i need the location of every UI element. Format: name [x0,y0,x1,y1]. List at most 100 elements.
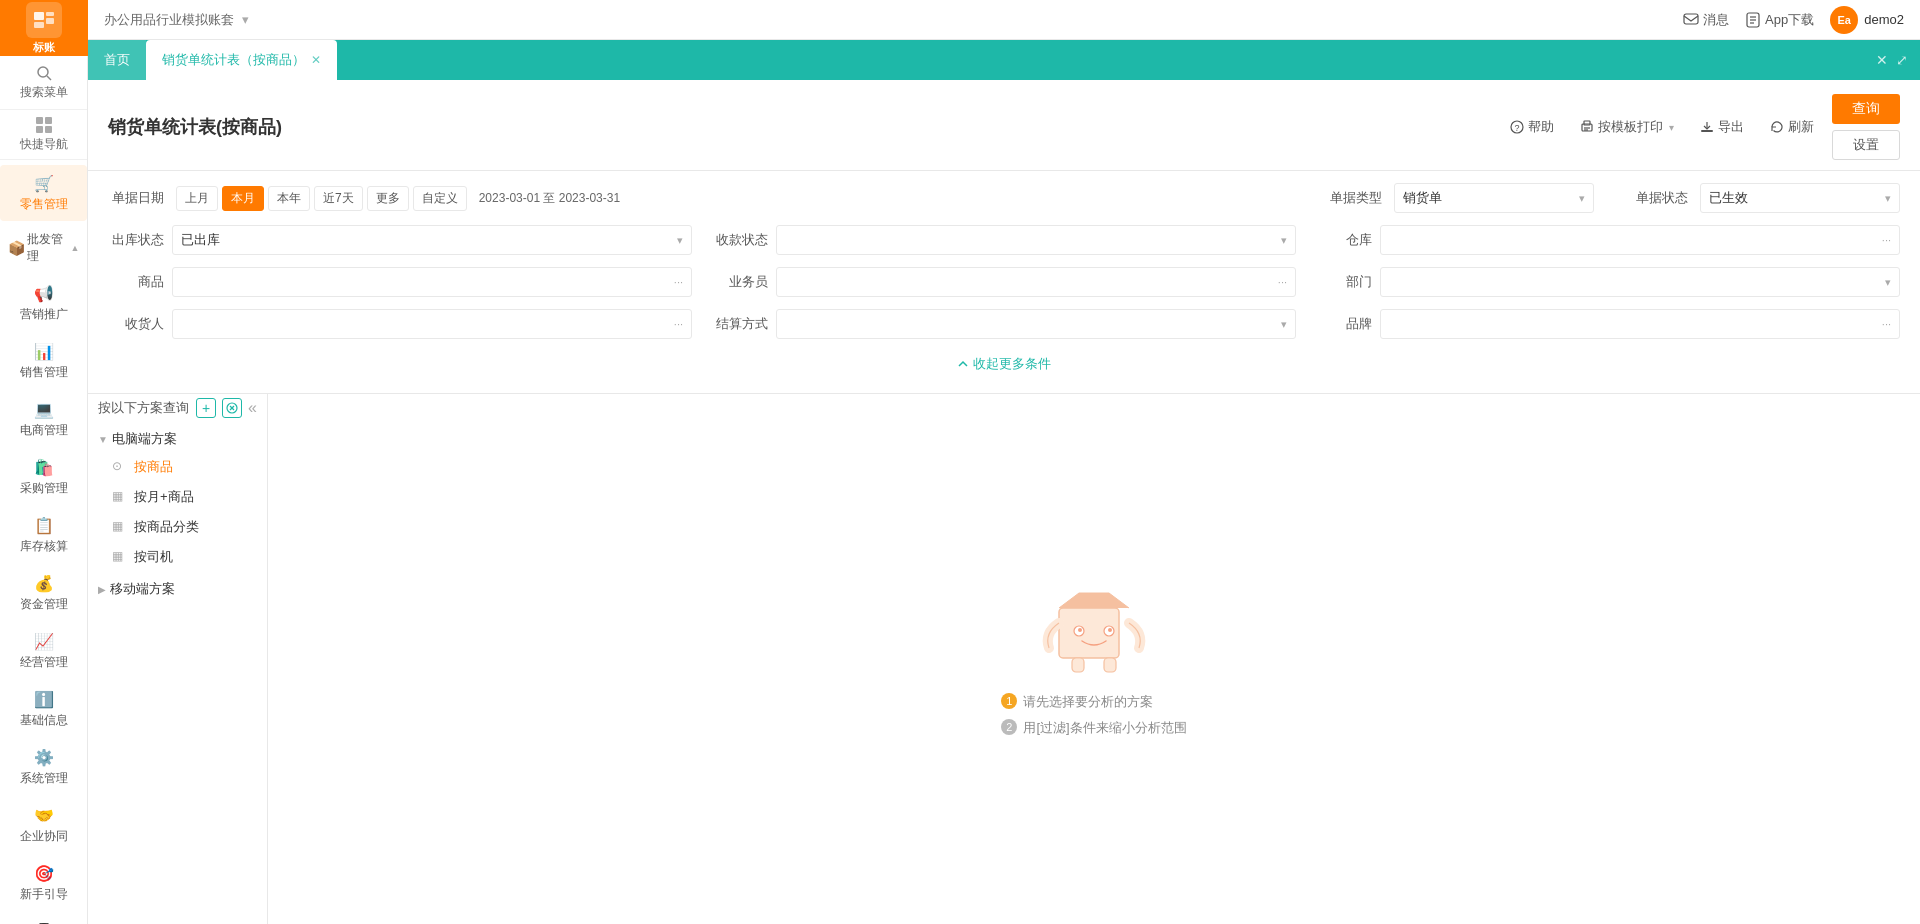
svg-point-29 [1078,628,1082,632]
out-status-label: 出库状态 [108,231,164,249]
dept-select[interactable] [1380,267,1900,297]
search-nav-item[interactable]: 搜索菜单 [0,56,87,110]
sidebar-item-finance[interactable]: 💰 资金管理 [0,565,87,621]
out-status-select[interactable]: 已出库 [172,225,692,255]
filter-row-4: 收货人 ··· 结算方式 品牌 ··· [108,309,1900,339]
operations-icon: 📈 [34,631,54,651]
export-btn[interactable]: 导出 [1692,114,1752,140]
logo[interactable]: 标账 [0,0,88,56]
goods-input[interactable]: ··· [172,267,692,297]
receive-status-select[interactable] [776,225,1296,255]
date-btn-this-year[interactable]: 本年 [268,186,310,211]
tab-home[interactable]: 首页 [88,40,146,80]
tab-close-btn[interactable]: ✕ [311,53,321,67]
scheme-item-by-month-goods[interactable]: ▦ 按月+商品 [88,482,267,512]
avatar: Ea [1830,6,1858,34]
date-btn-this-month[interactable]: 本月 [222,186,264,211]
sidebar-item-inventory[interactable]: 📋 库存核算 [0,507,87,563]
scheme-item-by-goods-cat-label: 按商品分类 [134,518,199,536]
scheme-item-table-icon-1: ▦ [112,489,128,505]
sidebar-item-retail[interactable]: 🛒 零售管理 [0,165,87,221]
sidebar-menu: 🛒 零售管理 📦 批发管理 ▲ 📢 营销推广 📊 销售管理 💻 电商管理 🛍️ … [0,160,87,924]
brand-label: 品牌 [1316,315,1372,333]
bill-status-select[interactable]: 已生效 [1700,183,1900,213]
window-expand-btn[interactable]: ⤢ [1896,52,1908,68]
sidebar-item-basic[interactable]: ℹ️ 基础信息 [0,681,87,737]
finance-icon: 💰 [34,573,54,593]
date-btn-custom[interactable]: 自定义 [413,186,467,211]
message-label: 消息 [1703,11,1729,29]
pc-group-chevron: ▼ [98,434,108,445]
scheme-item-table-icon-2: ▦ [112,519,128,535]
date-range-display: 2023-03-01 至 2023-03-31 [479,190,620,207]
svg-rect-7 [45,117,52,124]
message-btn[interactable]: 消息 [1683,11,1729,29]
svg-rect-2 [46,18,54,24]
sidebar-item-wholesale[interactable]: 📦 批发管理 ▲ [4,223,84,273]
scheme-edit-btn[interactable] [222,398,242,418]
sidebar-item-marketing-label: 营销推广 [20,306,68,323]
filter-row-3: 商品 ··· 业务员 ··· 部门 [108,267,1900,297]
svg-point-4 [38,67,48,77]
sidebar-item-ecommerce[interactable]: 💻 电商管理 [0,391,87,447]
sidebar-item-finance-label: 资金管理 [20,596,68,613]
receiver-input[interactable]: ··· [172,309,692,339]
avatar-initials: Ea [1838,14,1851,26]
query-button[interactable]: 查询 [1832,94,1900,124]
scheme-sidebar: 按以下方案查询 + « ▼ 电脑端方案 [88,394,268,924]
sidebar-item-inventory-label: 库存核算 [20,538,68,555]
quick-nav-item[interactable]: 快捷导航 [0,110,87,160]
sidebar-item-guide[interactable]: 🎯 新手引导 [0,855,87,911]
sidebar-item-operations-label: 经营管理 [20,654,68,671]
help-btn[interactable]: ? 帮助 [1502,114,1562,140]
scheme-group-pc-header[interactable]: ▼ 电脑端方案 [88,426,267,452]
window-btns: ✕ ⤢ [1864,52,1920,68]
user-menu[interactable]: Ea demo2 [1830,6,1904,34]
scheme-item-by-goods-cat[interactable]: ▦ 按商品分类 [88,512,267,542]
svg-rect-9 [45,126,52,133]
scheme-item-by-driver-label: 按司机 [134,548,173,566]
page-container: 销货单统计表(按商品) ? 帮助 按模板打印 ▾ 导出 [88,80,1920,924]
settle-select[interactable] [776,309,1296,339]
sidebar-item-basic-label: 基础信息 [20,712,68,729]
settle-label: 结算方式 [712,315,768,333]
main-area: 办公用品行业模拟账套 ▾ 消息 App下载 Ea demo2 首页 [88,0,1920,924]
settings-button[interactable]: 设置 [1832,130,1900,160]
sidebar-item-apps[interactable]: 📱 应用中心 [0,913,87,924]
scheme-add-btn[interactable]: + [196,398,216,418]
mobile-group-label: 移动端方案 [110,580,175,598]
salesperson-label: 业务员 [712,273,768,291]
date-btn-last-month[interactable]: 上月 [176,186,218,211]
sidebar-item-marketing[interactable]: 📢 营销推广 [0,275,87,331]
collapse-btn[interactable]: 收起更多条件 [108,347,1900,381]
date-btn-7days[interactable]: 近7天 [314,186,363,211]
empty-tip-2: 2 用[过滤]条件来缩小分析范围 [1001,719,1186,737]
wholesale-icon: 📦 [8,238,25,258]
marketing-icon: 📢 [34,283,54,303]
date-buttons: 上月 本月 本年 近7天 更多 自定义 [176,186,467,211]
scheme-group-mobile-header[interactable]: ▶ 移动端方案 [88,576,267,602]
bill-type-select[interactable]: 销货单 [1394,183,1594,213]
scheme-actions: + « [196,398,257,418]
salesperson-input[interactable]: ··· [776,267,1296,297]
refresh-btn[interactable]: 刷新 [1762,114,1822,140]
receive-status-label: 收款状态 [712,231,768,249]
corp-icon: 🤝 [34,805,54,825]
sidebar-item-system[interactable]: ⚙️ 系统管理 [0,739,87,795]
print-btn[interactable]: 按模板打印 ▾ [1572,114,1682,140]
sidebar-item-operations[interactable]: 📈 经营管理 [0,623,87,679]
brand-input[interactable]: ··· [1380,309,1900,339]
sidebar-item-purchase[interactable]: 🛍️ 采购管理 [0,449,87,505]
app-download-btn[interactable]: App下载 [1745,11,1814,29]
sidebar-item-corp[interactable]: 🤝 企业协同 [0,797,87,853]
scheme-item-by-driver[interactable]: ▦ 按司机 [88,542,267,572]
date-btn-more[interactable]: 更多 [367,186,409,211]
scheme-item-by-goods[interactable]: ⊙ 按商品 [88,452,267,482]
tab-report[interactable]: 销货单统计表（按商品） ✕ [146,40,337,80]
svg-rect-32 [1104,658,1116,672]
sidebar-item-sales[interactable]: 📊 销售管理 [0,333,87,389]
window-close-btn[interactable]: ✕ [1876,52,1888,68]
scheme-collapse-btn[interactable]: « [248,399,257,417]
warehouse-input[interactable]: ··· [1380,225,1900,255]
logo-text: 标账 [33,40,55,55]
